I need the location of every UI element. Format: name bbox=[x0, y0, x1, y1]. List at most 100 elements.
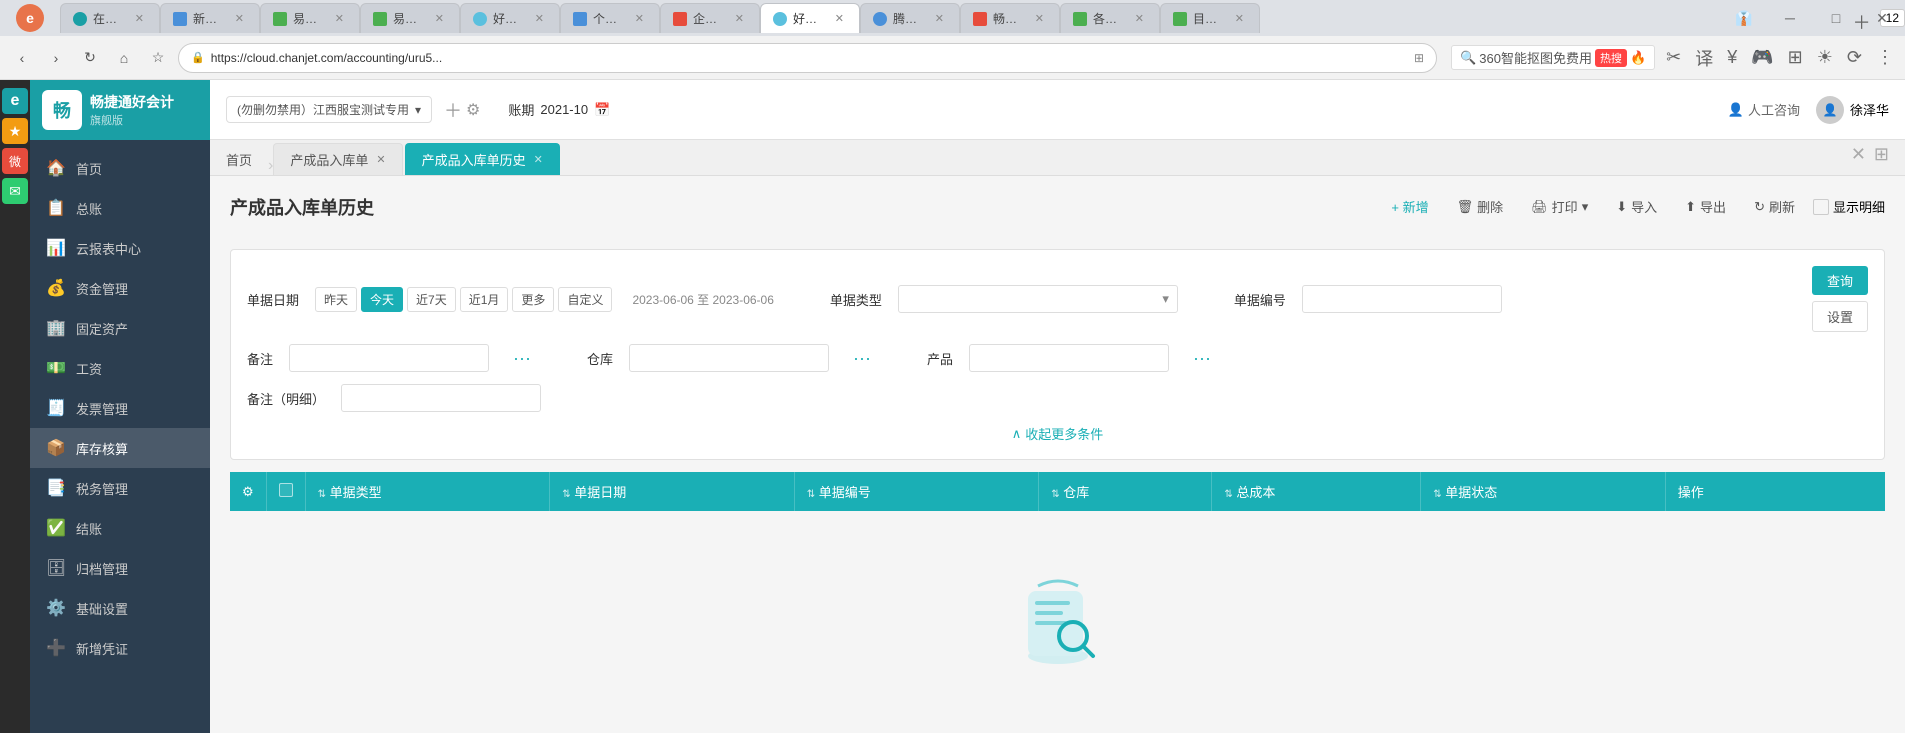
reload-icon[interactable]: ⟳ bbox=[1844, 44, 1865, 71]
sun-icon[interactable]: ☀ bbox=[1814, 44, 1836, 71]
tab-2-close[interactable]: ✕ bbox=[232, 11, 247, 26]
collapse-button[interactable]: ∧ 收起更多条件 bbox=[1012, 424, 1104, 443]
sidebar-item-report[interactable]: 📊 云报表中心 bbox=[30, 228, 210, 268]
translate-icon[interactable]: 译 bbox=[1692, 42, 1716, 74]
tab-9[interactable]: 腾… ✕ bbox=[860, 3, 960, 33]
forward-button[interactable]: › bbox=[42, 44, 70, 72]
tab-5[interactable]: 好… ✕ bbox=[460, 3, 560, 33]
tab-7[interactable]: 企… ✕ bbox=[660, 3, 760, 33]
select-all-checkbox[interactable] bbox=[279, 483, 293, 497]
filter-settings-button[interactable]: 设置 bbox=[1812, 301, 1868, 332]
tab-9-close[interactable]: ✕ bbox=[932, 11, 947, 26]
tab-8-close[interactable]: ✕ bbox=[832, 11, 847, 26]
import-button[interactable]: ⬇ 导入 bbox=[1606, 192, 1667, 221]
tab-10-close[interactable]: ✕ bbox=[1032, 11, 1047, 26]
add-company-button[interactable]: ＋ bbox=[444, 97, 462, 123]
home-button[interactable]: ⌂ bbox=[110, 44, 138, 72]
sidebar-item-settings[interactable]: ⚙️ 基础设置 bbox=[30, 588, 210, 628]
minimize-button[interactable]: ─ bbox=[1767, 0, 1813, 36]
page-tab-home[interactable]: 首页 bbox=[210, 143, 268, 175]
refresh-btn[interactable]: ↻ 刷新 bbox=[1744, 192, 1805, 221]
date-btn-1month[interactable]: 近1月 bbox=[460, 287, 509, 312]
calendar-icon[interactable]: 📅 bbox=[594, 102, 610, 118]
sidebar-item-archive[interactable]: 🗄 归档管理 bbox=[30, 548, 210, 588]
tab-3-close[interactable]: ✕ bbox=[332, 11, 347, 26]
remark-filter-input[interactable] bbox=[289, 344, 489, 372]
date-btn-more[interactable]: 更多 bbox=[512, 287, 554, 312]
detail-remark-filter-input[interactable] bbox=[341, 384, 541, 412]
close-button[interactable]: ✕ bbox=[1859, 0, 1905, 36]
currency-icon[interactable]: ¥ bbox=[1724, 44, 1740, 71]
sidebar-item-fixed[interactable]: 🏢 固定资产 bbox=[30, 308, 210, 348]
col-type[interactable]: ⇅ 单据类型 bbox=[305, 472, 550, 511]
tab-4[interactable]: 易… ✕ bbox=[360, 3, 460, 33]
tab-11[interactable]: 各… ✕ bbox=[1060, 3, 1160, 33]
page-tab-list[interactable]: 产成品入库单 ✕ bbox=[273, 143, 402, 175]
tab-4-close[interactable]: ✕ bbox=[432, 11, 447, 26]
type-filter-select[interactable]: ▾ bbox=[898, 285, 1178, 313]
warehouse-filter-input[interactable] bbox=[629, 344, 829, 372]
date-btn-yesterday[interactable]: 昨天 bbox=[315, 287, 357, 312]
display-checkbox[interactable] bbox=[1813, 199, 1829, 215]
settings-dots-icon[interactable]: ⋮ bbox=[1873, 44, 1897, 71]
tab-6[interactable]: 个… ✕ bbox=[560, 3, 660, 33]
col-number[interactable]: ⇅ 单据编号 bbox=[794, 472, 1039, 511]
tab-3[interactable]: 易… ✕ bbox=[260, 3, 360, 33]
query-button[interactable]: 查询 bbox=[1812, 266, 1868, 295]
sidebar-item-inventory[interactable]: 📦 库存核算 bbox=[30, 428, 210, 468]
col-status[interactable]: ⇅ 单据状态 bbox=[1421, 472, 1666, 511]
shirt-icon[interactable]: 👔 bbox=[1721, 0, 1767, 36]
tab-8[interactable]: 好… ✕ bbox=[760, 3, 860, 33]
company-selector[interactable]: (勿删勿禁用）江西服宝测试专用 ▾ bbox=[226, 96, 432, 123]
maximize-button[interactable]: □ bbox=[1813, 0, 1859, 36]
grid-icon[interactable]: ⊞ bbox=[1785, 44, 1806, 71]
icon-sidebar-star[interactable]: ★ bbox=[2, 118, 28, 144]
sidebar-item-payroll[interactable]: 💵 工资 bbox=[30, 348, 210, 388]
col-check[interactable] bbox=[266, 472, 305, 511]
icon-sidebar-email[interactable]: ✉ bbox=[2, 178, 28, 204]
page-tab-history[interactable]: 产成品入库单历史 ✕ bbox=[405, 143, 560, 175]
print-button[interactable]: 🖨 打印 ▾ bbox=[1521, 192, 1598, 221]
display-toggle[interactable]: 显示明细 bbox=[1813, 197, 1885, 216]
sidebar-item-newbill[interactable]: ➕ 新增凭证 bbox=[30, 628, 210, 668]
tab-12[interactable]: 目… ✕ bbox=[1160, 3, 1260, 33]
tab-2[interactable]: 新… ✕ bbox=[160, 3, 260, 33]
add-button[interactable]: + 新增 bbox=[1381, 192, 1438, 221]
date-btn-custom[interactable]: 自定义 bbox=[558, 287, 612, 312]
bookmark-button[interactable]: ☆ bbox=[144, 44, 172, 72]
user-service[interactable]: 👤 人工咨询 bbox=[1728, 100, 1800, 119]
number-filter-input[interactable] bbox=[1302, 285, 1502, 313]
tab-12-close[interactable]: ✕ bbox=[1232, 11, 1247, 26]
scissors-icon[interactable]: ✂ bbox=[1663, 44, 1684, 71]
icon-sidebar-social[interactable]: 微 bbox=[2, 148, 28, 174]
col-cost[interactable]: ⇅ 总成本 bbox=[1212, 472, 1421, 511]
delete-button[interactable]: 🗑 删除 bbox=[1447, 192, 1514, 221]
tab-1-close[interactable]: ✕ bbox=[132, 11, 147, 26]
page-tab-history-close[interactable]: ✕ bbox=[534, 153, 543, 166]
col-date[interactable]: ⇅ 单据日期 bbox=[550, 472, 795, 511]
settings-company-button[interactable]: ⚙ bbox=[466, 100, 480, 120]
product-filter-input[interactable] bbox=[969, 344, 1169, 372]
user-info[interactable]: 👤 徐泽华 bbox=[1816, 96, 1889, 124]
game-icon[interactable]: 🎮 bbox=[1748, 44, 1776, 71]
search-bar[interactable]: 🔍 360智能抠图免费用 热搜 🔥 bbox=[1451, 45, 1655, 70]
page-tab-list-close[interactable]: ✕ bbox=[376, 153, 385, 166]
url-bar[interactable]: 🔒 https://cloud.chanjet.com/accounting/u… bbox=[178, 43, 1437, 73]
col-warehouse[interactable]: ⇅ 仓库 bbox=[1039, 472, 1212, 511]
tab-11-close[interactable]: ✕ bbox=[1132, 11, 1147, 26]
refresh-button[interactable]: ↻ bbox=[76, 44, 104, 72]
expand-panel-button[interactable]: ⊞ bbox=[1874, 144, 1889, 165]
back-button[interactable]: ‹ bbox=[8, 44, 36, 72]
sidebar-item-checkout[interactable]: ✅ 结账 bbox=[30, 508, 210, 548]
icon-sidebar-logo[interactable]: e bbox=[2, 88, 28, 114]
export-button[interactable]: ⬆ 导出 bbox=[1675, 192, 1736, 221]
tab-6-close[interactable]: ✕ bbox=[632, 11, 647, 26]
sidebar-item-tax[interactable]: 📑 税务管理 bbox=[30, 468, 210, 508]
tab-10[interactable]: 畅… ✕ bbox=[960, 3, 1060, 33]
sidebar-item-invoice[interactable]: 🧾 发票管理 bbox=[30, 388, 210, 428]
tab-7-close[interactable]: ✕ bbox=[732, 11, 747, 26]
sidebar-item-ledger[interactable]: 📋 总账 bbox=[30, 188, 210, 228]
sidebar-item-fund[interactable]: 💰 资金管理 bbox=[30, 268, 210, 308]
sidebar-item-home[interactable]: 🏠 首页 bbox=[30, 148, 210, 188]
col-gear[interactable]: ⚙ bbox=[230, 472, 266, 511]
